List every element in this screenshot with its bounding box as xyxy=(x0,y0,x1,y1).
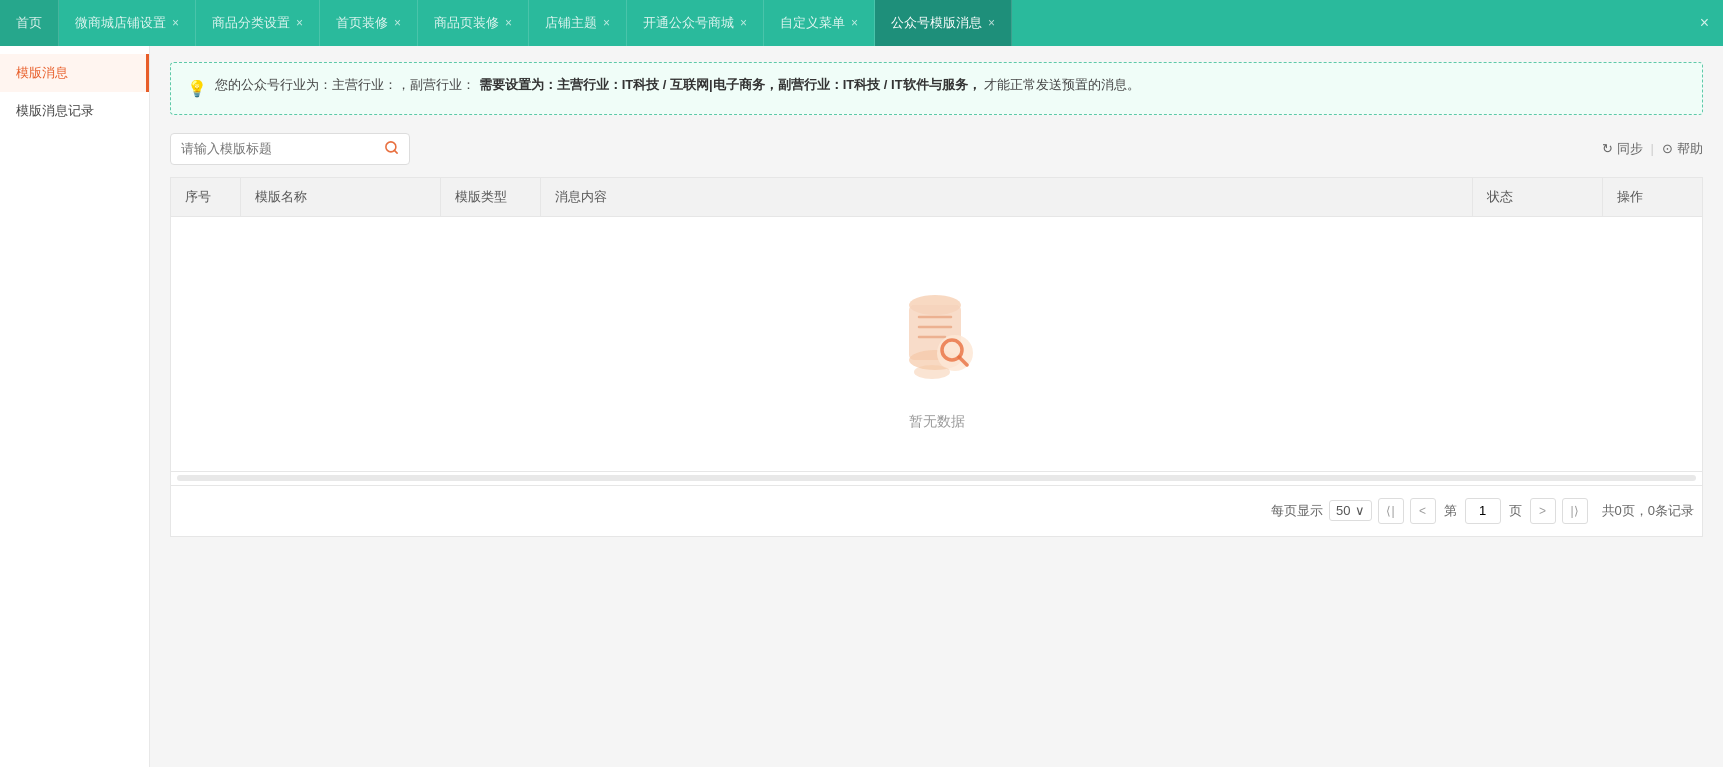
tab-custom-menu[interactable]: 自定义菜单 × xyxy=(764,0,875,46)
help-icon: ⊙ xyxy=(1662,141,1673,156)
page-number-input[interactable] xyxy=(1465,498,1501,524)
top-navigation: 首页 微商城店铺设置 × 商品分类设置 × 首页装修 × 商品页装修 × 店铺主… xyxy=(0,0,1723,46)
search-input-wrap xyxy=(170,133,410,165)
close-tab-open-mall[interactable]: × xyxy=(740,16,747,30)
page-total: 共0页，0条记录 xyxy=(1602,502,1694,520)
sidebar-item-template-message[interactable]: 模版消息 xyxy=(0,54,149,92)
notice-text: 您的公众号行业为：主营行业：，副营行业： 需要设置为：主营行业：IT科技 / 互… xyxy=(215,75,1140,96)
search-button[interactable] xyxy=(384,140,399,158)
tab-open-mall-label: 开通公众号商城 xyxy=(643,14,734,32)
notice-suffix: 才能正常发送预置的消息。 xyxy=(984,77,1140,92)
empty-text: 暂无数据 xyxy=(191,413,1682,431)
empty-state: 暂无数据 xyxy=(170,217,1703,472)
close-tab-shop-settings[interactable]: × xyxy=(172,16,179,30)
first-page-button[interactable]: ⟨| xyxy=(1378,498,1404,524)
table-header-row: 序号 模版名称 模版类型 消息内容 状态 操作 xyxy=(171,177,1703,216)
tab-home[interactable]: 首页 xyxy=(0,0,59,46)
prev-page-button[interactable]: < xyxy=(1410,498,1436,524)
notice-icon: 💡 xyxy=(187,76,207,102)
tab-shop-theme-label: 店铺主题 xyxy=(545,14,597,32)
tab-homepage-decor[interactable]: 首页装修 × xyxy=(320,0,418,46)
toolbar-divider: | xyxy=(1651,141,1654,156)
tab-product-decor[interactable]: 商品页装修 × xyxy=(418,0,529,46)
svg-line-1 xyxy=(394,150,397,153)
page-size-label: 每页显示 xyxy=(1271,502,1323,520)
page-size-chevron-icon: ∨ xyxy=(1355,503,1365,518)
sidebar-item-template-message-label: 模版消息 xyxy=(16,65,68,80)
tab-open-mall[interactable]: 开通公众号商城 × xyxy=(627,0,764,46)
close-tab-product-decor[interactable]: × xyxy=(505,16,512,30)
pagination: 每页显示 50 ∨ ⟨| < 第 页 > |⟩ 共0页，0条记录 xyxy=(170,486,1703,537)
notice-highlight: 需要设置为：主营行业：IT科技 / 互联网|电子商务，副营行业：IT科技 / I… xyxy=(479,77,981,92)
scrollbar-area[interactable] xyxy=(170,472,1703,486)
tab-category-settings-label: 商品分类设置 xyxy=(212,14,290,32)
next-page-button[interactable]: > xyxy=(1530,498,1556,524)
tab-category-settings[interactable]: 商品分类设置 × xyxy=(196,0,320,46)
sync-label: 同步 xyxy=(1617,140,1643,158)
tab-custom-menu-label: 自定义菜单 xyxy=(780,14,845,32)
close-tab-shop-theme[interactable]: × xyxy=(603,16,610,30)
tab-homepage-decor-label: 首页装修 xyxy=(336,14,388,32)
empty-illustration xyxy=(877,277,997,397)
page-word-post: 页 xyxy=(1509,502,1522,520)
help-button[interactable]: ⊙ 帮助 xyxy=(1662,140,1703,158)
page-size-value: 50 xyxy=(1336,503,1350,518)
close-tab-category-settings[interactable]: × xyxy=(296,16,303,30)
search-input[interactable] xyxy=(181,141,384,156)
help-label: 帮助 xyxy=(1677,140,1703,158)
sync-button[interactable]: ↻ 同步 xyxy=(1602,140,1643,158)
close-all-tabs-button[interactable]: × xyxy=(1686,14,1723,32)
table-header: 序号 模版名称 模版类型 消息内容 状态 操作 xyxy=(171,177,1703,216)
toolbar-right: ↻ 同步 | ⊙ 帮助 xyxy=(1602,140,1703,158)
col-header-name: 模版名称 xyxy=(241,177,441,216)
col-header-content: 消息内容 xyxy=(541,177,1473,216)
sync-icon: ↻ xyxy=(1602,141,1613,156)
tab-shop-settings-label: 微商城店铺设置 xyxy=(75,14,166,32)
col-header-action: 操作 xyxy=(1603,177,1703,216)
notice-box: 💡 您的公众号行业为：主营行业：，副营行业： 需要设置为：主营行业：IT科技 /… xyxy=(170,62,1703,115)
svg-point-11 xyxy=(914,365,950,379)
notice-prefix: 您的公众号行业为：主营行业：，副营行业： xyxy=(215,77,475,92)
main-layout: 模版消息 模版消息记录 💡 您的公众号行业为：主营行业：，副营行业： 需要设置为… xyxy=(0,46,1723,767)
close-tab-custom-menu[interactable]: × xyxy=(851,16,858,30)
close-tab-homepage-decor[interactable]: × xyxy=(394,16,401,30)
tab-shop-theme[interactable]: 店铺主题 × xyxy=(529,0,627,46)
last-page-button[interactable]: |⟩ xyxy=(1562,498,1588,524)
tab-template-msg-label: 公众号模版消息 xyxy=(891,14,982,32)
col-header-status: 状态 xyxy=(1473,177,1603,216)
tab-product-decor-label: 商品页装修 xyxy=(434,14,499,32)
search-bar: ↻ 同步 | ⊙ 帮助 xyxy=(170,133,1703,165)
col-header-index: 序号 xyxy=(171,177,241,216)
col-header-type: 模版类型 xyxy=(441,177,541,216)
scroll-track xyxy=(177,475,1696,481)
data-table: 序号 模版名称 模版类型 消息内容 状态 操作 xyxy=(170,177,1703,217)
sidebar-item-template-record[interactable]: 模版消息记录 xyxy=(0,92,149,130)
tab-home-label: 首页 xyxy=(16,14,42,32)
sidebar: 模版消息 模版消息记录 xyxy=(0,46,150,767)
close-tab-template-msg[interactable]: × xyxy=(988,16,995,30)
page-word-pre: 第 xyxy=(1444,502,1457,520)
tab-shop-settings[interactable]: 微商城店铺设置 × xyxy=(59,0,196,46)
sidebar-item-template-record-label: 模版消息记录 xyxy=(16,103,94,118)
tab-template-msg[interactable]: 公众号模版消息 × xyxy=(875,0,1012,46)
page-size-select[interactable]: 50 ∨ xyxy=(1329,500,1371,521)
main-content: 💡 您的公众号行业为：主营行业：，副营行业： 需要设置为：主营行业：IT科技 /… xyxy=(150,46,1723,767)
